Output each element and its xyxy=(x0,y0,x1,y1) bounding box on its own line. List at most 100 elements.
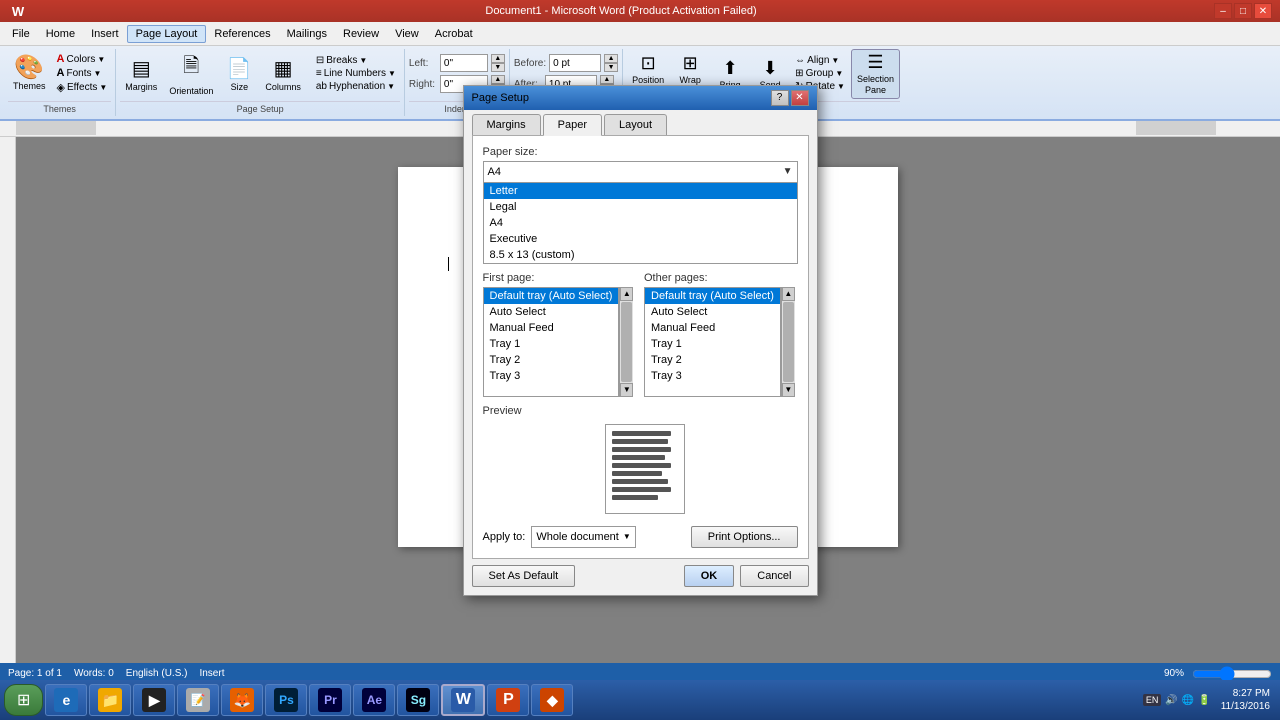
tray-item-tray1[interactable]: Tray 1 xyxy=(484,336,619,352)
preview-line-3 xyxy=(612,447,671,452)
scroll-up-arrow[interactable]: ▲ xyxy=(620,287,633,301)
dropdown-executive[interactable]: Executive xyxy=(484,231,797,247)
size-icon: 📄 xyxy=(227,56,252,81)
effects-button[interactable]: ◈ Effects ▼ xyxy=(53,80,112,95)
colors-button[interactable]: A Colors ▼ xyxy=(53,52,112,66)
other-tray-item-tray3[interactable]: Tray 3 xyxy=(645,368,780,384)
tray-item-default-tray[interactable]: Default tray (Auto Select) xyxy=(484,288,619,304)
apply-to-select[interactable]: Whole document ▼ xyxy=(531,526,635,548)
scroll-down-arrow[interactable]: ▼ xyxy=(620,383,633,397)
spacing-before-input[interactable] xyxy=(549,54,601,72)
taskbar-ae[interactable]: Ae xyxy=(353,684,395,716)
taskbar-ps[interactable]: Ps xyxy=(265,684,307,716)
taskbar-mediaplayer[interactable]: ▶ xyxy=(133,684,175,716)
dropdown-legal[interactable]: Legal xyxy=(484,199,797,215)
dropdown-letter[interactable]: Letter xyxy=(484,183,797,199)
columns-button[interactable]: ▦ Columns xyxy=(260,54,306,94)
selection-pane-button[interactable]: ☰ SelectionPane xyxy=(851,49,900,99)
taskbar-notepad[interactable]: 📝 xyxy=(177,684,219,716)
other-tray-item-manual[interactable]: Manual Feed xyxy=(645,320,780,336)
tab-paper[interactable]: Paper xyxy=(543,114,602,136)
paper-size-select[interactable]: A4 ▼ xyxy=(483,161,798,183)
cancel-button[interactable]: Cancel xyxy=(740,565,808,587)
preview-box xyxy=(605,424,685,514)
menu-acrobat[interactable]: Acrobat xyxy=(427,26,481,42)
align-button[interactable]: ⇔ Align ▼ xyxy=(791,54,849,67)
colors-icon: A xyxy=(57,53,65,65)
taskbar-sg[interactable]: Sg xyxy=(397,684,439,716)
spacing-before-up[interactable]: ▲ xyxy=(604,54,618,63)
other-scroll-down[interactable]: ▼ xyxy=(782,383,795,397)
tray-item-manual-feed[interactable]: Manual Feed xyxy=(484,320,619,336)
margins-button[interactable]: ▤ Margins xyxy=(120,54,162,94)
maximize-button[interactable]: □ xyxy=(1234,3,1252,19)
dialog-help-button[interactable]: ? xyxy=(771,90,789,106)
other-pages-label: Other pages: xyxy=(644,272,798,284)
size-button[interactable]: 📄 Size xyxy=(220,54,258,94)
tab-margins[interactable]: Margins xyxy=(472,114,541,135)
spacing-after-up[interactable]: ▲ xyxy=(600,75,614,84)
ok-button[interactable]: OK xyxy=(684,565,735,587)
menu-references[interactable]: References xyxy=(206,26,278,42)
dropdown-custom[interactable]: 8.5 x 13 (custom) xyxy=(484,247,797,263)
indent-right-up[interactable]: ▲ xyxy=(491,75,505,84)
group-button[interactable]: ⊞ Group ▼ xyxy=(791,67,849,80)
indent-left-up[interactable]: ▲ xyxy=(491,54,505,63)
orientation-button[interactable]: 🗎 Orientation xyxy=(164,49,218,98)
spacing-before-down[interactable]: ▼ xyxy=(604,63,618,72)
taskbar-firefox[interactable]: 🦊 xyxy=(221,684,263,716)
other-tray-item-tray2[interactable]: Tray 2 xyxy=(645,352,780,368)
taskbar-explorer[interactable]: 📁 xyxy=(89,684,131,716)
breaks-button[interactable]: ⊟ Breaks ▼ xyxy=(312,54,400,67)
scroll-thumb[interactable] xyxy=(621,302,632,382)
other-scroll-up[interactable]: ▲ xyxy=(782,287,795,301)
first-page-scrollbar[interactable]: ▲ ▼ xyxy=(619,287,633,397)
taskbar-ie[interactable]: e xyxy=(45,684,87,716)
menu-view[interactable]: View xyxy=(387,26,427,42)
indent-left-spinner[interactable]: ▲ ▼ xyxy=(491,54,505,72)
first-page-col: First page: Default tray (Auto Select) A… xyxy=(483,272,637,397)
print-options-button[interactable]: Print Options... xyxy=(691,526,798,548)
menu-insert[interactable]: Insert xyxy=(83,26,127,42)
other-tray-item-default[interactable]: Default tray (Auto Select) xyxy=(645,288,780,304)
tray-battery-icon[interactable]: 🔋 xyxy=(1198,695,1210,706)
themes-button[interactable]: 🎨 Themes xyxy=(8,54,51,93)
menu-file[interactable]: File xyxy=(4,26,38,42)
other-tray-item-auto[interactable]: Auto Select xyxy=(645,304,780,320)
tray-volume-icon[interactable]: 🔊 xyxy=(1165,695,1177,706)
tray-item-tray2[interactable]: Tray 2 xyxy=(484,352,619,368)
menu-home[interactable]: Home xyxy=(38,26,83,42)
taskbar-ppt[interactable]: P xyxy=(487,684,529,716)
align-arrow: ▼ xyxy=(831,56,839,65)
spacing-before-spinner[interactable]: ▲ ▼ xyxy=(604,54,618,72)
close-button[interactable]: ✕ xyxy=(1254,3,1272,19)
other-scroll-thumb[interactable] xyxy=(783,302,794,382)
tray-item-auto-select[interactable]: Auto Select xyxy=(484,304,619,320)
indent-left-down[interactable]: ▼ xyxy=(491,63,505,72)
start-button[interactable]: ⊞ xyxy=(4,684,43,716)
indent-left-input[interactable] xyxy=(440,54,488,72)
taskbar-premiere[interactable]: Pr xyxy=(309,684,351,716)
menu-review[interactable]: Review xyxy=(335,26,387,42)
tab-layout[interactable]: Layout xyxy=(604,114,667,135)
first-page-label: First page: xyxy=(483,272,637,284)
line-numbers-button[interactable]: ≡ Line Numbers ▼ xyxy=(312,67,400,80)
set-as-default-button[interactable]: Set As Default xyxy=(472,565,576,587)
taskbar-other[interactable]: ◆ xyxy=(531,684,573,716)
tray-item-tray3[interactable]: Tray 3 xyxy=(484,368,619,384)
taskbar-word-active[interactable]: W xyxy=(441,684,485,716)
tray-network-icon[interactable]: 🌐 xyxy=(1182,695,1194,706)
other-tray-item-tray1[interactable]: Tray 1 xyxy=(645,336,780,352)
dialog-close-button[interactable]: ✕ xyxy=(791,90,809,106)
themes-icon: 🎨 xyxy=(14,56,44,80)
other-pages-scrollbar[interactable]: ▲ ▼ xyxy=(781,287,795,397)
hyphenation-button[interactable]: ab Hyphenation ▼ xyxy=(312,80,400,93)
menu-page-layout[interactable]: Page Layout xyxy=(127,25,207,43)
minimize-button[interactable]: – xyxy=(1214,3,1232,19)
menu-mailings[interactable]: Mailings xyxy=(279,26,335,42)
fonts-button[interactable]: A Fonts ▼ xyxy=(53,66,112,80)
first-page-tray-list: Default tray (Auto Select) Auto Select M… xyxy=(483,287,620,397)
system-clock[interactable]: 8:27 PM 11/13/2016 xyxy=(1215,687,1276,713)
tray-keyboard-icon[interactable]: EN xyxy=(1143,694,1162,706)
dropdown-a4[interactable]: A4 xyxy=(484,215,797,231)
